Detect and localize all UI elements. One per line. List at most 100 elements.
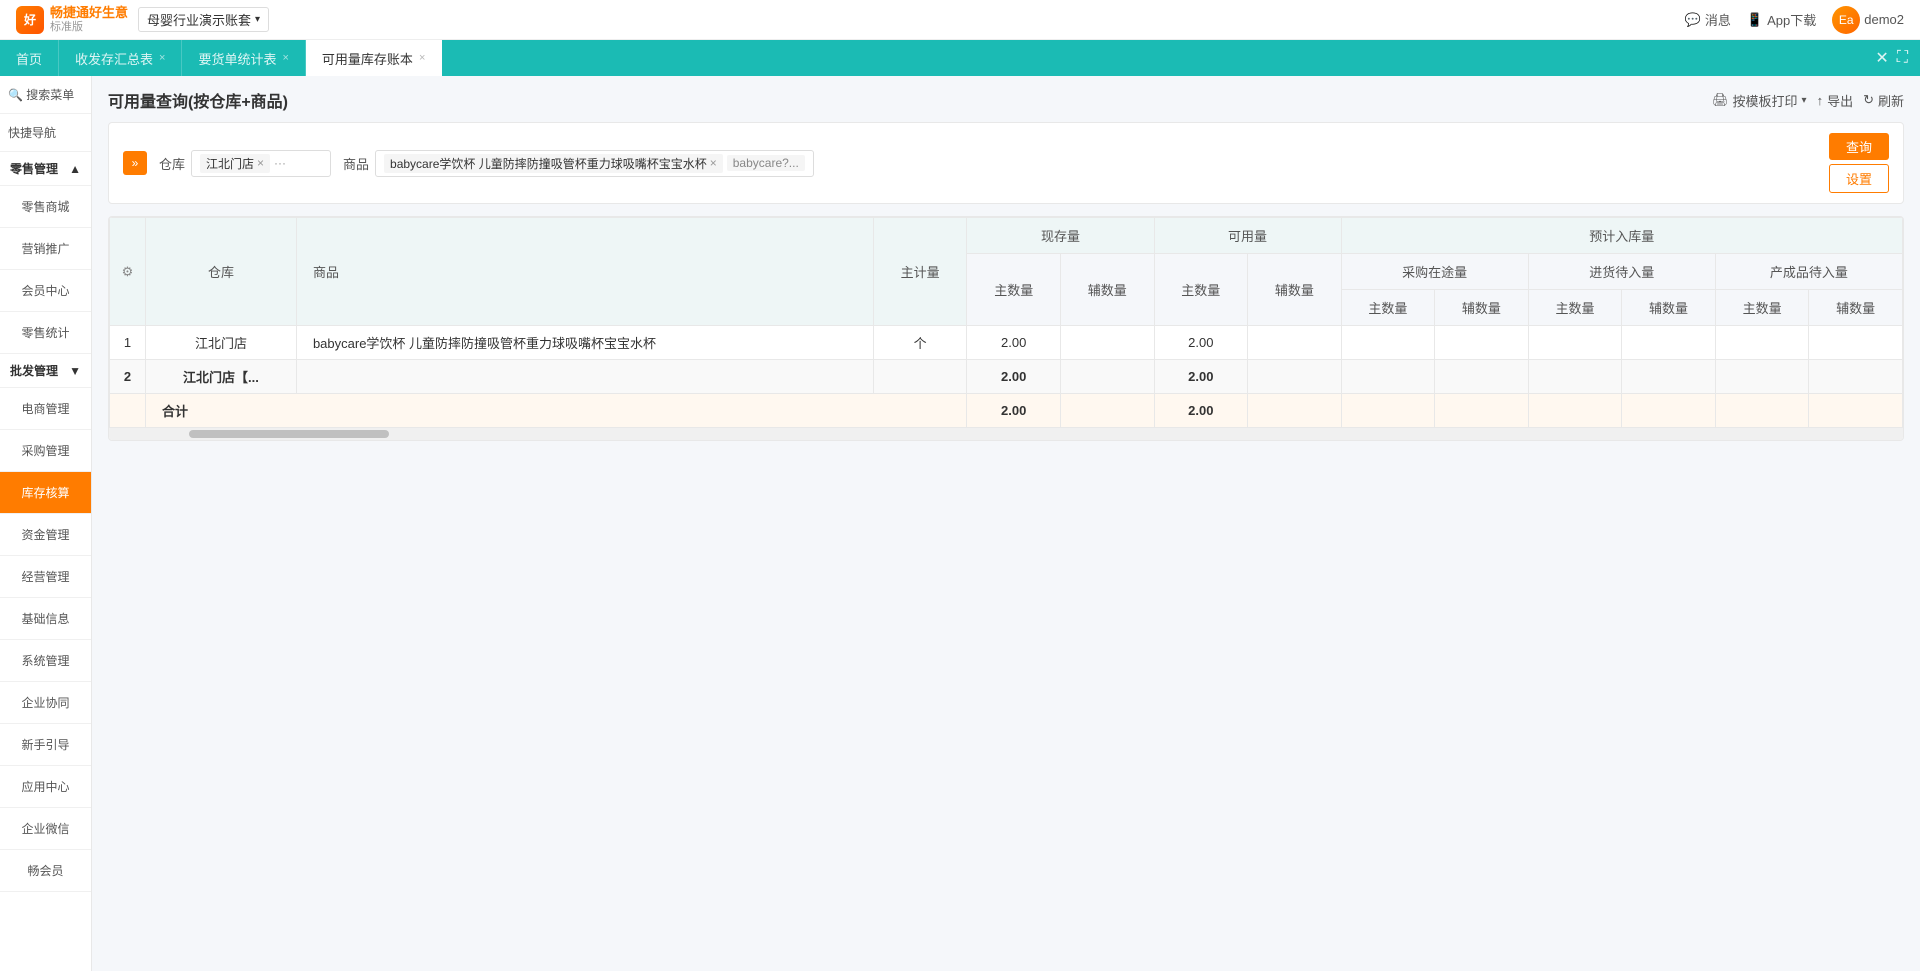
sidebar-item-retail-mgmt[interactable]: 零售管理 ▲ <box>0 152 91 186</box>
row-1-available-main: 2.00 <box>1154 326 1248 360</box>
print-icon: 🖨 <box>1712 92 1729 108</box>
sidebar-item-new-guide[interactable]: 新手引导 <box>0 724 91 766</box>
product-input[interactable]: babycare学饮杯 儿童防摔防撞吸管杯重力球吸嘴杯宝宝水杯 × babyca… <box>375 150 814 177</box>
query-btn[interactable]: 查询 <box>1829 133 1889 160</box>
sidebar-item-wholesale-mgmt-label: 批发管理 <box>10 362 58 379</box>
row-2-warehouse: 江北门店【... <box>146 360 297 394</box>
header-right: 💬 消息 📱 App下载 Ea demo2 <box>1685 6 1904 34</box>
scrollbar-thumb[interactable] <box>189 430 389 438</box>
sidebar-item-member-plus-label: 畅会员 <box>8 862 83 879</box>
col-purchase-transit-header: 采购在途量 <box>1341 254 1528 290</box>
col-available-main-header: 主数量 <box>1154 254 1248 326</box>
message-icon: 💬 <box>1685 12 1701 28</box>
product-filter-label: 商品 <box>343 154 369 173</box>
col-settings-icon[interactable]: ⚙ <box>122 264 134 279</box>
row-1-inc-main <box>1528 326 1622 360</box>
sidebar-item-operations-label: 经营管理 <box>8 568 83 585</box>
row-2-pur-main <box>1341 360 1435 394</box>
warehouse-filter-label: 仓库 <box>159 154 185 173</box>
tab-order-stats-close[interactable]: × <box>282 52 288 64</box>
total-inc-aux <box>1622 394 1716 428</box>
sidebar-item-finance-label: 资金管理 <box>8 526 83 543</box>
print-dropdown-icon: ▾ <box>1802 95 1807 106</box>
sidebar-item-wholesale-mgmt[interactable]: 批发管理 ▼ <box>0 354 91 388</box>
sidebar-item-ecommerce[interactable]: 电商管理 <box>0 388 91 430</box>
refresh-icon: ↻ <box>1863 92 1874 108</box>
row-1-pur-aux <box>1435 326 1529 360</box>
message-label: 消息 <box>1705 10 1731 29</box>
sidebar-item-inventory-label: 库存核算 <box>8 484 83 501</box>
industry-selector[interactable]: 母婴行业演示账套 ▾ <box>138 7 269 32</box>
app-download-btn[interactable]: 📱 App下载 <box>1747 10 1816 29</box>
sidebar-item-marketing[interactable]: 营销推广 <box>0 228 91 270</box>
sidebar-item-membership[interactable]: 会员中心 <box>0 270 91 312</box>
sidebar-item-retail-mgmt-label: 零售管理 <box>10 160 58 177</box>
product-tag-1-remove[interactable]: × <box>710 156 717 170</box>
row-1-inc-aux <box>1622 326 1716 360</box>
sidebar-quick-nav[interactable]: 快捷导航 <box>0 114 91 152</box>
sidebar-item-marketing-label: 营销推广 <box>8 240 83 257</box>
row-2-current-aux <box>1060 360 1154 394</box>
col-current-aux-label: 辅数量 <box>1088 283 1127 298</box>
content-area: 可用量查询(按仓库+商品) 🖨 按模板打印 ▾ ↑ 导出 ↻ 刷新 <box>92 76 1920 971</box>
row-2-prod-aux <box>1809 360 1903 394</box>
sidebar-item-purchase[interactable]: 采购管理 <box>0 430 91 472</box>
sidebar-quick-nav-label: 快捷导航 <box>8 126 56 140</box>
tab-available-qty-close[interactable]: × <box>419 52 425 64</box>
sidebar-item-retail-mall[interactable]: 零售商城 <box>0 186 91 228</box>
sidebar-item-enterprise-collab[interactable]: 企业协同 <box>0 682 91 724</box>
sidebar-item-operations[interactable]: 经营管理 <box>0 556 91 598</box>
horizontal-scrollbar[interactable] <box>109 428 1903 440</box>
message-btn[interactable]: 💬 消息 <box>1685 10 1731 29</box>
warehouse-more-btn[interactable]: ··· <box>274 156 286 170</box>
user-profile[interactable]: Ea demo2 <box>1832 6 1904 34</box>
sidebar-item-retail-stats-label: 零售统计 <box>8 324 83 341</box>
refresh-btn[interactable]: ↻ 刷新 <box>1863 91 1904 110</box>
sidebar-item-inventory[interactable]: 库存核算 <box>0 472 91 514</box>
sidebar-item-basic-info-label: 基础信息 <box>8 610 83 627</box>
sidebar-item-finance[interactable]: 资金管理 <box>0 514 91 556</box>
row-2-inc-aux <box>1622 360 1716 394</box>
sidebar-item-new-guide-label: 新手引导 <box>8 736 83 753</box>
row-1-pur-main <box>1341 326 1435 360</box>
sidebar-item-basic-info[interactable]: 基础信息 <box>0 598 91 640</box>
nav-right-actions: ✕ ⛶ <box>1875 40 1920 76</box>
export-label: 导出 <box>1827 91 1853 110</box>
row-2-unit <box>873 360 967 394</box>
title-actions: 🖨 按模板打印 ▾ ↑ 导出 ↻ 刷新 <box>1712 91 1904 110</box>
tab-home-label: 首页 <box>16 49 42 68</box>
settings-btn[interactable]: 设置 <box>1829 164 1889 193</box>
warehouse-input[interactable]: 江北门店 × ··· <box>191 150 331 177</box>
sidebar-search[interactable]: 🔍 搜索菜单 <box>0 76 91 114</box>
sidebar-item-system-mgmt[interactable]: 系统管理 <box>0 640 91 682</box>
col-production-label: 产成品待入量 <box>1770 265 1848 280</box>
tab-home[interactable]: 首页 <box>0 40 59 76</box>
sidebar-item-purchase-label: 采购管理 <box>8 442 83 459</box>
tab-available-qty[interactable]: 可用量库存账本 × <box>306 40 442 76</box>
tab-receive-send[interactable]: 收发存汇总表 × <box>59 40 182 76</box>
col-product-label: 商品 <box>313 265 339 280</box>
total-available-main: 2.00 <box>1154 394 1248 428</box>
total-row: 合计 2.00 2.00 <box>110 394 1903 428</box>
col-pur-main-header: 主数量 <box>1341 290 1435 326</box>
sidebar-item-member-plus[interactable]: 畅会员 <box>0 850 91 892</box>
sidebar-item-retail-stats[interactable]: 零售统计 <box>0 312 91 354</box>
col-available-aux-header: 辅数量 <box>1248 254 1342 326</box>
row-2-available-main: 2.00 <box>1154 360 1248 394</box>
total-current-main: 2.00 <box>967 394 1061 428</box>
tab-order-stats[interactable]: 要货单统计表 × <box>182 40 305 76</box>
maximize-icon[interactable]: ⛶ <box>1897 49 1908 67</box>
filter-expand-btn[interactable]: » <box>123 151 147 175</box>
product-tag-1: babycare学饮杯 儿童防摔防撞吸管杯重力球吸嘴杯宝宝水杯 × <box>384 154 723 173</box>
export-btn[interactable]: ↑ 导出 <box>1817 91 1854 110</box>
warehouse-tag-remove[interactable]: × <box>257 156 264 170</box>
sidebar-item-app-center[interactable]: 应用中心 <box>0 766 91 808</box>
app-download-label: App下载 <box>1767 10 1816 29</box>
tab-receive-send-close[interactable]: × <box>159 52 165 64</box>
print-btn[interactable]: 🖨 按模板打印 ▾ <box>1712 91 1807 110</box>
sidebar-item-membership-label: 会员中心 <box>8 282 83 299</box>
sidebar-item-enterprise-wechat[interactable]: 企业微信 <box>0 808 91 850</box>
table-section: ⚙ 仓库 商品 主计量 现存量 <box>108 216 1904 441</box>
close-all-tabs-icon[interactable]: ✕ <box>1875 48 1888 68</box>
sidebar-item-retail-mall-label: 零售商城 <box>8 198 83 215</box>
